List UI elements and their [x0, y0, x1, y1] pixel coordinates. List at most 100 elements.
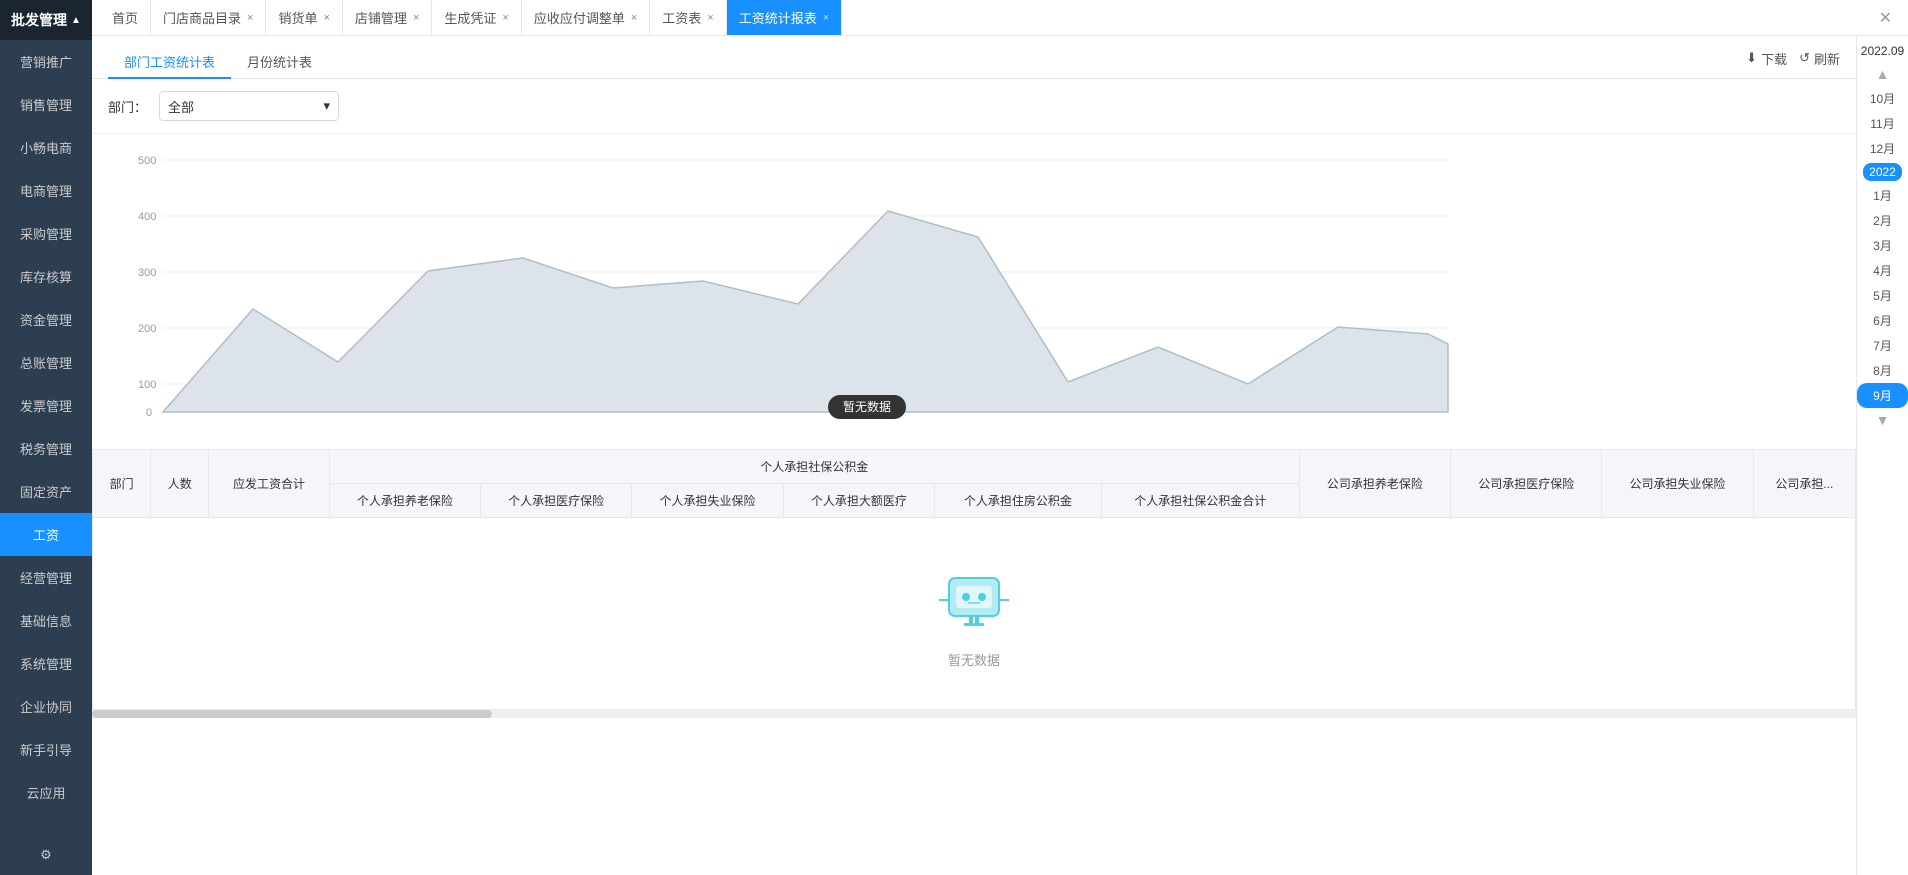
timeline-item-7[interactable]: 7月	[1857, 333, 1908, 358]
refresh-icon: ↺	[1799, 50, 1810, 66]
download-icon: ⬇	[1746, 50, 1757, 66]
timeline-item-12[interactable]: 12月	[1857, 136, 1908, 161]
sidebar-item-dsgl[interactable]: 电商管理	[0, 169, 92, 212]
timeline-year-2022[interactable]: 2022	[1863, 163, 1902, 181]
tab-store[interactable]: 店铺管理 ×	[343, 0, 432, 36]
tab-payroll-close[interactable]: ×	[707, 12, 713, 24]
sidebar-header[interactable]: 批发管理 ▲	[0, 0, 92, 40]
col-ind-pension: 个人承担养老保险	[329, 484, 480, 518]
timeline-item-4[interactable]: 4月	[1857, 258, 1908, 283]
sidebar-item-gdzy[interactable]: 固定资产	[0, 470, 92, 513]
sidebar-item-jcxx[interactable]: 基础信息	[0, 599, 92, 642]
scroll-thumb[interactable]	[92, 710, 492, 718]
svg-text:200: 200	[138, 323, 156, 335]
tab-home[interactable]: 首页	[100, 0, 151, 36]
timeline-panel: 2022.09 ▲ 10月 11月 12月 2022 1月 2月 3月	[1856, 36, 1908, 875]
col-ind-total: 个人承担社保公积金合计	[1101, 484, 1299, 518]
col-ind-house: 个人承担住房公积金	[935, 484, 1102, 518]
svg-text:暂无数据: 暂无数据	[843, 399, 891, 414]
tab-payroll-report[interactable]: 工资统计报表 ×	[727, 0, 842, 36]
timeline-item-2[interactable]: 2月	[1857, 208, 1908, 233]
col-group-ind: 个人承担社保公积金	[329, 450, 1299, 484]
tab-payroll-report-close[interactable]: ×	[823, 12, 829, 24]
tab-payroll[interactable]: 工资表 ×	[650, 0, 726, 36]
sidebar-item-gz[interactable]: 工资	[0, 513, 92, 556]
col-ind-unemploy: 个人承担失业保险	[632, 484, 783, 518]
tab-sales-close[interactable]: ×	[323, 12, 329, 24]
col-salary: 应发工资合计	[209, 450, 329, 518]
timeline-item-6[interactable]: 6月	[1857, 308, 1908, 333]
sidebar-item-xtgl[interactable]: 系统管理	[0, 642, 92, 685]
sidebar-item-swgl[interactable]: 税务管理	[0, 427, 92, 470]
filter-dept-label: 部门：	[108, 97, 147, 116]
empty-text: 暂无数据	[948, 650, 1000, 669]
sidebar-item-xsyd[interactable]: 新手引导	[0, 728, 92, 771]
chart-area: 500 400 300 200 100 0	[92, 134, 1856, 449]
timeline-item-5[interactable]: 5月	[1857, 283, 1908, 308]
tab-product-close[interactable]: ×	[247, 12, 253, 24]
sub-tab-actions: ⬇ 下载 ↺ 刷新	[1746, 49, 1840, 76]
svg-text:100: 100	[138, 379, 156, 391]
tab-product[interactable]: 门店商品目录 ×	[151, 0, 266, 36]
sidebar: 批发管理 ▲ 营销推广 销售管理 小畅电商 电商管理 采购管理 库存核算 资金管…	[0, 0, 92, 875]
empty-icon	[934, 558, 1014, 638]
timeline-item-3[interactable]: 3月	[1857, 233, 1908, 258]
sidebar-item-cggl[interactable]: 采购管理	[0, 212, 92, 255]
col-com-pension: 公司承担养老保险	[1299, 450, 1450, 518]
salary-chart: 500 400 300 200 100 0	[108, 150, 1458, 430]
sidebar-item-xdds[interactable]: 小畅电商	[0, 126, 92, 169]
sub-tab-dept[interactable]: 部门工资统计表	[108, 46, 231, 79]
sidebar-item-fpgl[interactable]: 发票管理	[0, 384, 92, 427]
filter-bar: 部门： 全部 ▾	[92, 79, 1856, 134]
page-content: 部门工资统计表 月份统计表 ⬇ 下载 ↺ 刷新	[92, 36, 1856, 875]
timeline-header: 2022.09	[1859, 40, 1906, 62]
sidebar-item-yyy[interactable]: 云应用	[0, 771, 92, 814]
timeline-item-1[interactable]: 1月	[1857, 183, 1908, 208]
col-com-medical: 公司承担医疗保险	[1451, 450, 1602, 518]
svg-text:500: 500	[138, 155, 156, 167]
col-ind-medical: 个人承担医疗保险	[481, 484, 632, 518]
tab-voucher[interactable]: 生成凭证 ×	[432, 0, 521, 36]
col-com-other: 公司承担...	[1753, 450, 1855, 518]
salary-table: 部门 人数 应发工资合计 个人承担社保公积金 公司承担养老保险 公司承担医疗保险…	[92, 449, 1856, 710]
sidebar-item-yxtp[interactable]: 营销推广	[0, 40, 92, 83]
tab-sales[interactable]: 销货单 ×	[266, 0, 342, 36]
dept-select[interactable]: 全部 ▾	[159, 91, 339, 121]
timeline-item-11[interactable]: 11月	[1857, 111, 1908, 136]
sub-tab-month[interactable]: 月份统计表	[231, 46, 328, 79]
select-arrow-icon: ▾	[323, 98, 330, 114]
sidebar-item-zjgl[interactable]: 资金管理	[0, 298, 92, 341]
timeline-item-8[interactable]: 8月	[1857, 358, 1908, 383]
sidebar-item-zzgl[interactable]: 总账管理	[0, 341, 92, 384]
tab-voucher-close[interactable]: ×	[502, 12, 508, 24]
col-dept: 部门	[93, 450, 151, 518]
tab-bar-right: ✕	[1871, 8, 1900, 28]
svg-text:300: 300	[138, 267, 156, 279]
sidebar-settings[interactable]: ⚙	[0, 835, 92, 875]
tab-store-close[interactable]: ×	[413, 12, 419, 24]
col-ind-bigmed: 个人承担大额医疗	[783, 484, 934, 518]
timeline-up-button[interactable]: ▲	[1871, 62, 1895, 86]
sidebar-item-kchsj[interactable]: 库存核算	[0, 255, 92, 298]
download-button[interactable]: ⬇ 下载	[1746, 49, 1787, 68]
horizontal-scrollbar[interactable]	[92, 710, 1856, 718]
sidebar-item-qyxt[interactable]: 企业协同	[0, 685, 92, 728]
tab-payment[interactable]: 应收应付调整单 ×	[522, 0, 650, 36]
timeline-item-10[interactable]: 10月	[1857, 86, 1908, 111]
sidebar-item-xsgl[interactable]: 销售管理	[0, 83, 92, 126]
timeline-item-9[interactable]: 9月	[1857, 383, 1908, 408]
svg-text:400: 400	[138, 211, 156, 223]
empty-state: 暂无数据	[93, 518, 1855, 709]
sidebar-item-jygl[interactable]: 经营管理	[0, 556, 92, 599]
tab-payment-close[interactable]: ×	[631, 12, 637, 24]
sub-tab-bar: 部门工资统计表 月份统计表 ⬇ 下载 ↺ 刷新	[92, 36, 1856, 79]
tab-bar-close-all[interactable]: ✕	[1871, 8, 1900, 28]
main-area: 首页 门店商品目录 × 销货单 × 店铺管理 × 生成凭证 × 应收应付调整单 …	[92, 0, 1908, 875]
sidebar-arrow-icon: ▲	[71, 15, 81, 26]
refresh-button[interactable]: ↺ 刷新	[1799, 49, 1840, 68]
tab-bar: 首页 门店商品目录 × 销货单 × 店铺管理 × 生成凭证 × 应收应付调整单 …	[92, 0, 1908, 36]
col-com-unemploy: 公司承担失业保险	[1602, 450, 1753, 518]
timeline-down-button[interactable]: ▼	[1871, 408, 1895, 432]
sidebar-title: 批发管理	[11, 10, 67, 30]
table-area: 部门 人数 应发工资合计 个人承担社保公积金 公司承担养老保险 公司承担医疗保险…	[92, 449, 1856, 875]
